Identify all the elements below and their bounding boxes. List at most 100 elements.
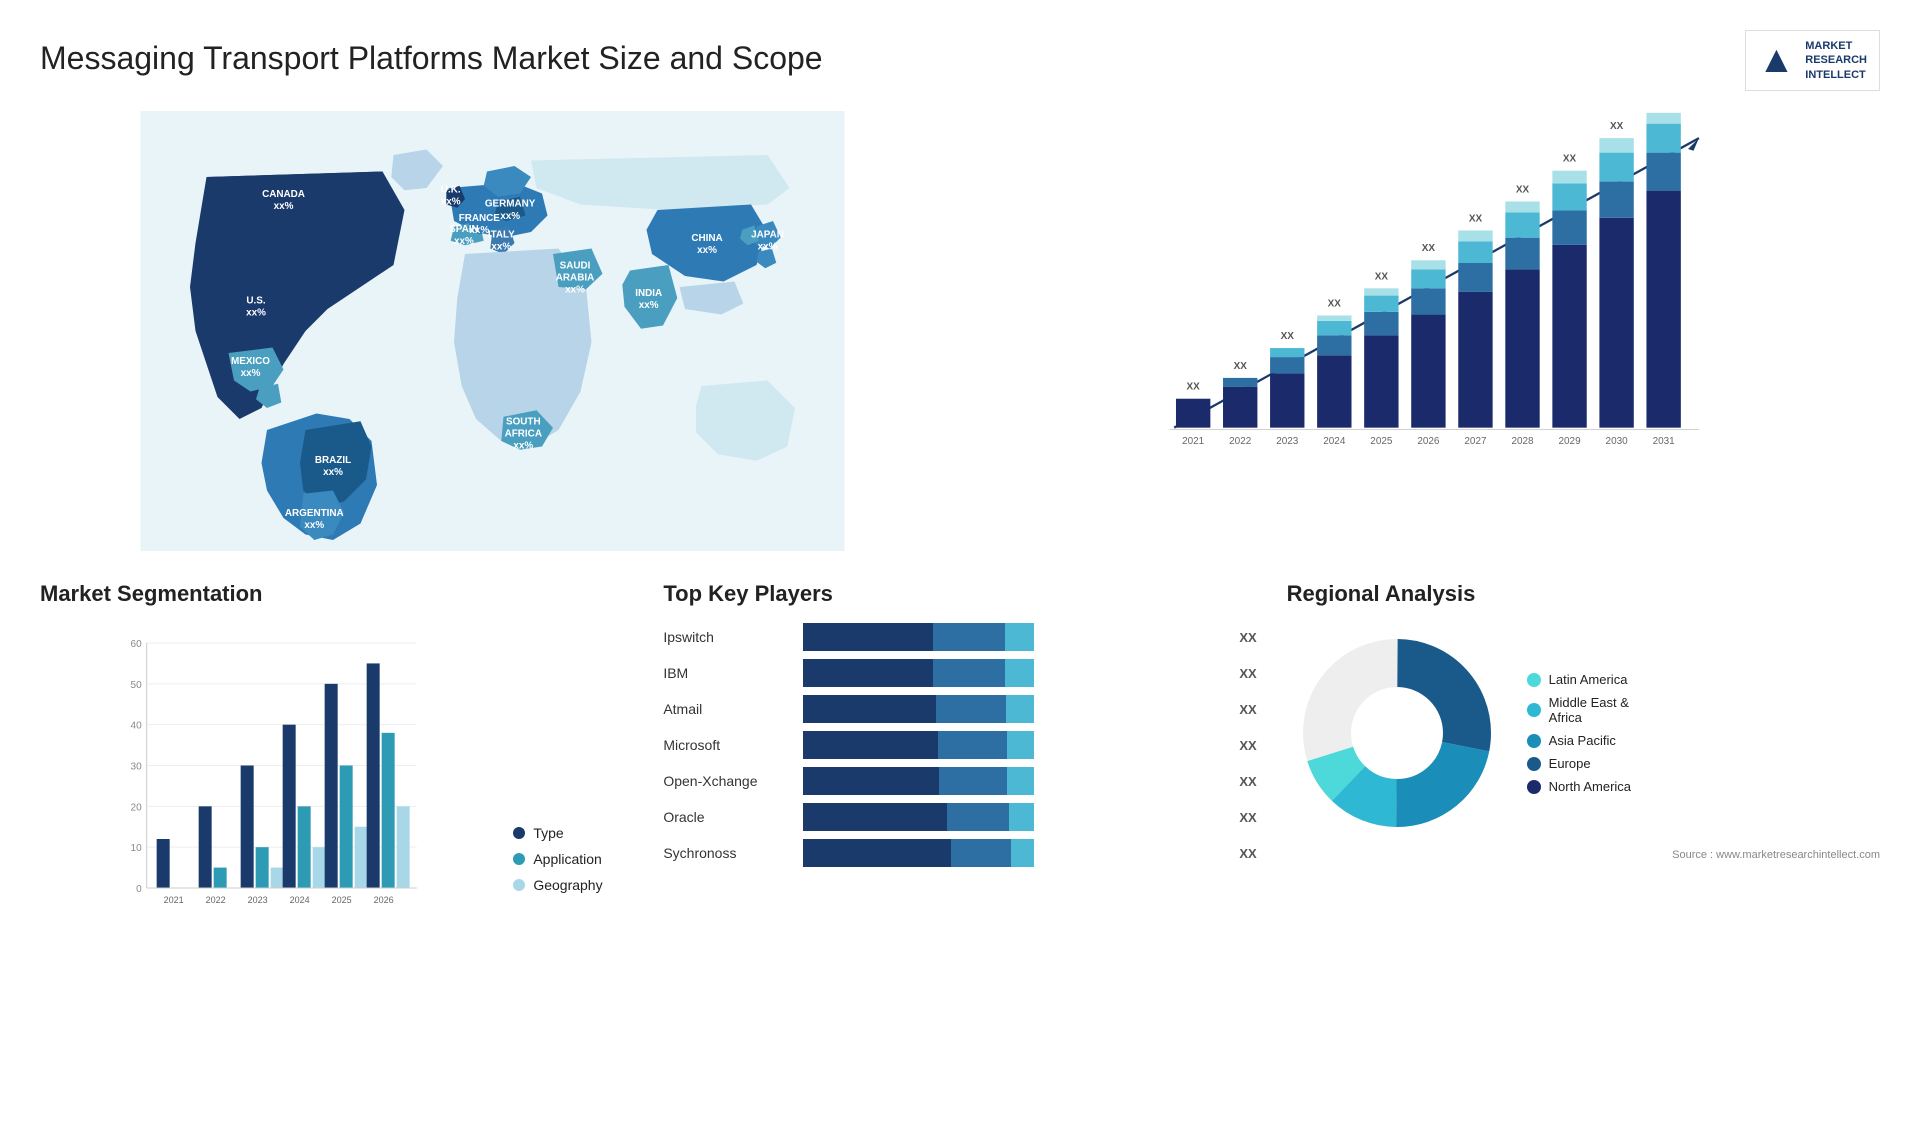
germany-label: GERMANY: [485, 199, 536, 210]
brazil-value: xx%: [323, 467, 343, 478]
player-bar: [803, 659, 1223, 687]
svg-text:XX: XX: [1328, 298, 1342, 309]
player-bar: [803, 803, 1223, 831]
bar-seg3: [1005, 659, 1034, 687]
players-list: Ipswitch XX IBM XX Atmail XX: [663, 623, 1256, 867]
bar-seg2: [939, 767, 1007, 795]
world-map: CANADA xx% U.S. xx% MEXICO xx% BRAZIL xx…: [40, 111, 945, 551]
saudi-label: SAUDI: [560, 260, 591, 271]
china-label: CHINA: [691, 233, 722, 244]
player-value: XX: [1233, 666, 1256, 681]
bar-seg1: [803, 695, 936, 723]
player-bar: [803, 731, 1223, 759]
saudi-label2: ARABIA: [556, 272, 594, 283]
bar-seg1: [803, 731, 938, 759]
mea-dot: [1527, 703, 1541, 717]
player-name: Open-Xchange: [663, 773, 793, 789]
svg-text:XX: XX: [1187, 382, 1201, 393]
bar-seg2: [951, 839, 1010, 867]
svg-text:40: 40: [131, 721, 143, 732]
svg-text:2022: 2022: [206, 895, 226, 905]
page-title: Messaging Transport Platforms Market Siz…: [40, 40, 823, 77]
svg-text:2022: 2022: [1229, 436, 1252, 447]
svg-text:60: 60: [131, 639, 143, 650]
growth-chart: XX XX XX XX XX X: [975, 111, 1880, 551]
svg-text:2024: 2024: [290, 895, 310, 905]
legend-north-america: North America: [1527, 779, 1631, 794]
india-value: xx%: [639, 300, 659, 311]
safrica-label: SOUTH: [506, 417, 541, 428]
player-value: XX: [1233, 630, 1256, 645]
mexico-label: MEXICO: [231, 356, 270, 367]
players-title: Top Key Players: [663, 581, 1256, 607]
brazil-label: BRAZIL: [315, 455, 351, 466]
top-section: CANADA xx% U.S. xx% MEXICO xx% BRAZIL xx…: [40, 111, 1880, 551]
bar-seg3: [1006, 695, 1034, 723]
japan-label: JAPAN: [751, 230, 784, 241]
logo-text: MARKET RESEARCH INTELLECT: [1805, 39, 1867, 82]
france-label: FRANCE: [459, 213, 501, 224]
bar-seg2: [936, 695, 1006, 723]
player-value: XX: [1233, 738, 1256, 753]
argentina-label: ARGENTINA: [285, 508, 344, 519]
legend-application: Application: [513, 851, 633, 867]
svg-text:2026: 2026: [1417, 436, 1440, 447]
legend-geography: Geography: [513, 877, 633, 893]
player-row: Atmail XX: [663, 695, 1256, 723]
bar-seg2: [933, 623, 1005, 651]
svg-text:2021: 2021: [1182, 436, 1205, 447]
player-name: Oracle: [663, 809, 793, 825]
uk-label: U.K.: [441, 184, 461, 195]
logo: ▲ MARKET RESEARCH INTELLECT: [1745, 30, 1880, 91]
bar-seg3: [1011, 839, 1035, 867]
svg-text:20: 20: [131, 802, 143, 813]
svg-text:50: 50: [131, 680, 143, 691]
player-row: Microsoft XX: [663, 731, 1256, 759]
bar-seg2: [933, 659, 1005, 687]
bar-seg3: [1007, 731, 1034, 759]
bar-seg2: [938, 731, 1007, 759]
svg-text:XX: XX: [1422, 243, 1436, 254]
us-label: U.S.: [246, 296, 265, 307]
bar-seg1: [803, 767, 939, 795]
germany-value: xx%: [500, 211, 520, 222]
bar-seg1: [803, 659, 933, 687]
uk-value: xx%: [441, 197, 461, 208]
segmentation-title: Market Segmentation: [40, 581, 633, 607]
player-name: Sychronoss: [663, 845, 793, 861]
page-header: Messaging Transport Platforms Market Siz…: [40, 30, 1880, 91]
svg-text:2028: 2028: [1511, 436, 1534, 447]
source-text: Source : www.marketresearchintellect.com: [1287, 849, 1880, 861]
player-bar: [803, 623, 1223, 651]
spain-value: xx%: [454, 236, 474, 247]
svg-text:XX: XX: [1563, 154, 1577, 165]
player-row: Sychronoss XX: [663, 839, 1256, 867]
us-value: xx%: [246, 308, 266, 319]
segmentation-svg: 0102030405060202120222023202420252026: [40, 623, 493, 923]
legend-dot-type: [513, 827, 525, 839]
svg-text:2023: 2023: [1276, 436, 1299, 447]
bar-seg3: [1005, 623, 1034, 651]
svg-text:0: 0: [136, 884, 142, 895]
segmentation-section: Market Segmentation 01020304050602021202…: [40, 581, 633, 1001]
bar-seg3: [1007, 767, 1034, 795]
asia-pacific-label: Asia Pacific: [1549, 733, 1616, 748]
bottom-section: Market Segmentation 01020304050602021202…: [40, 581, 1880, 1001]
europe-dot: [1527, 757, 1541, 771]
latin-america-label: Latin America: [1549, 672, 1628, 687]
north-america-label: North America: [1549, 779, 1631, 794]
argentina-value: xx%: [304, 520, 324, 531]
legend-asia-pacific: Asia Pacific: [1527, 733, 1631, 748]
svg-text:XX: XX: [1516, 184, 1530, 195]
safrica-label2: AFRICA: [505, 429, 542, 440]
regional-legend: Latin America Middle East &Africa Asia P…: [1527, 672, 1631, 794]
svg-text:2031: 2031: [1653, 436, 1676, 447]
svg-text:2027: 2027: [1464, 436, 1487, 447]
legend-mea: Middle East &Africa: [1527, 695, 1631, 725]
saudi-value: xx%: [565, 285, 585, 296]
segmentation-legend: Type Application Geography: [513, 825, 633, 923]
player-value: XX: [1233, 774, 1256, 789]
player-value: XX: [1233, 810, 1256, 825]
italy-label: ITALY: [488, 230, 515, 241]
svg-text:XX: XX: [1375, 271, 1389, 282]
